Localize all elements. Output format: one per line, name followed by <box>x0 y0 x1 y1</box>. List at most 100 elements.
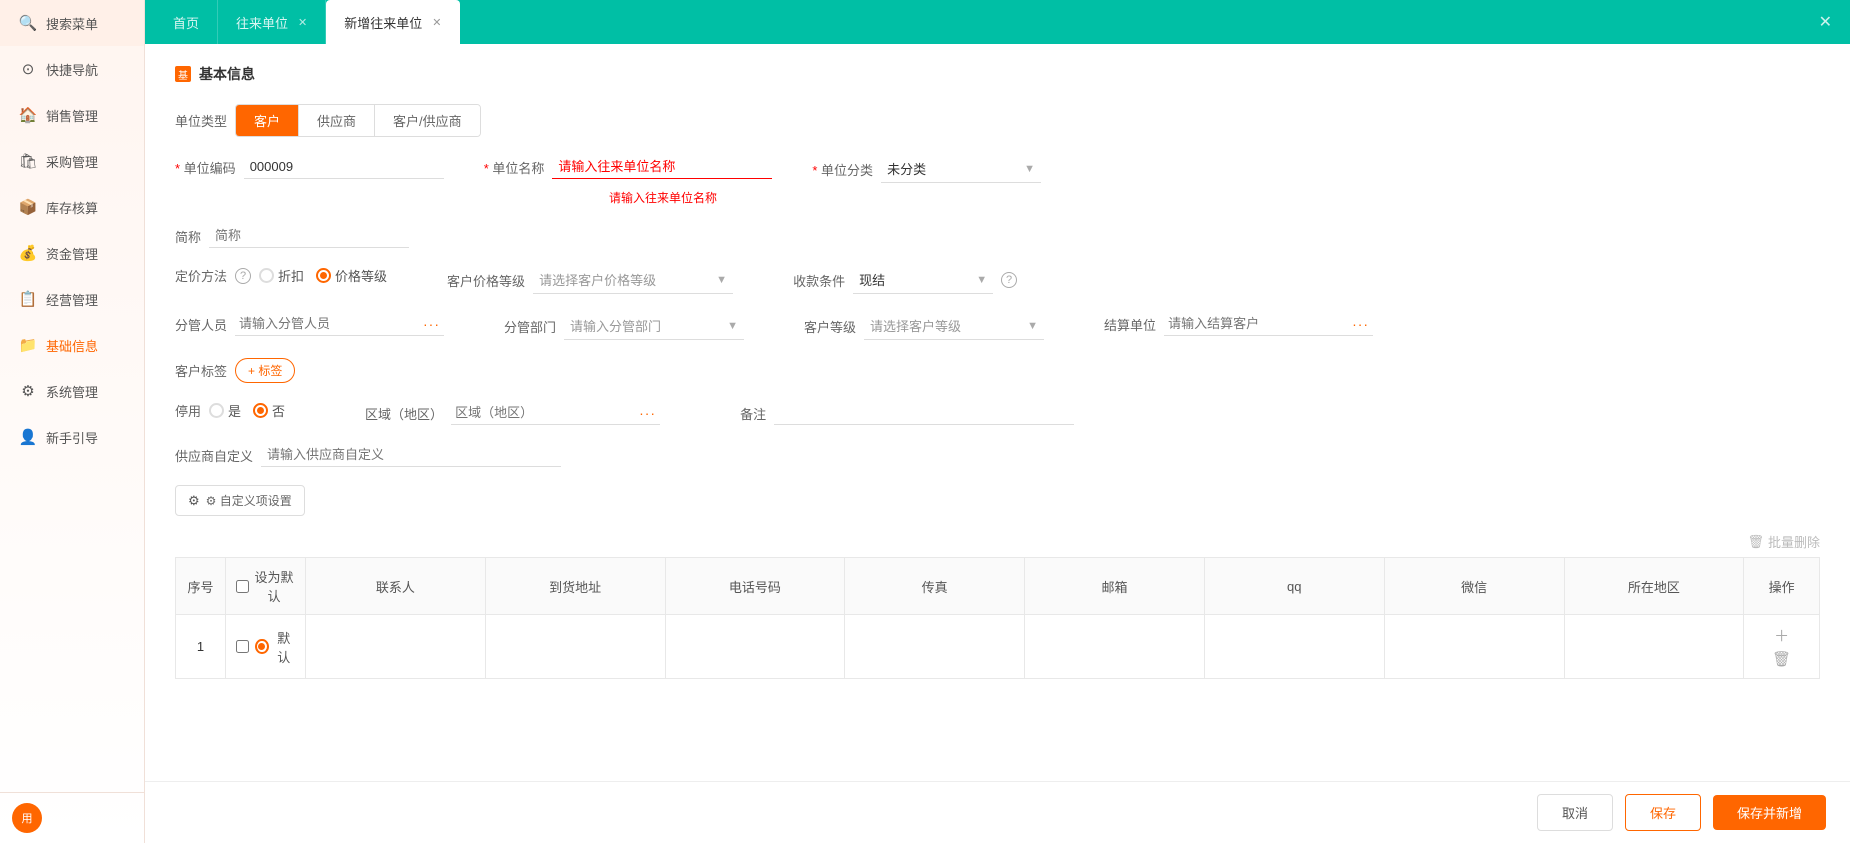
save-button[interactable]: 保存 <box>1625 794 1701 831</box>
unit-type-both[interactable]: 客户/供应商 <box>375 105 480 136</box>
unit-category-field: 单位分类 未分类 ▼ <box>812 155 1041 183</box>
row-qq[interactable] <box>1204 615 1384 679</box>
row-phone[interactable] <box>665 615 845 679</box>
unit-type-customer[interactable]: 客户 <box>236 105 299 136</box>
sidebar-item-guide[interactable]: 👤 新手引导 <box>0 414 144 460</box>
row-email[interactable] <box>1025 615 1205 679</box>
tab-partner[interactable]: 往来单位 ✕ <box>218 0 326 44</box>
sidebar-item-basic[interactable]: 📁 基础信息 <box>0 322 144 368</box>
unit-category-select[interactable]: 未分类 ▼ <box>881 155 1041 183</box>
select-all-checkbox[interactable] <box>236 580 249 593</box>
close-all-tabs[interactable]: ✕ <box>1811 12 1840 32</box>
payment-terms-help-icon[interactable]: ? <box>1001 272 1017 288</box>
sidebar-item-inventory[interactable]: 📦 库存核算 <box>0 184 144 230</box>
main-area: 首页 往来单位 ✕ 新增往来单位 ✕ ✕ 基 基本信息 单位类型 客户 供应商 <box>145 0 1850 843</box>
quick-nav-icon: ⊙ <box>18 59 38 79</box>
alias-row: 简称 <box>175 224 1820 248</box>
unit-type-label: 单位类型 <box>175 111 227 130</box>
contacts-table: 序号 设为默认 联系人 到货地址 电话号码 传真 邮箱 qq 微信 所在地区 <box>175 557 1820 679</box>
email-input[interactable] <box>1035 639 1194 654</box>
section-title: 基本信息 <box>199 64 255 84</box>
supplier-custom-input[interactable] <box>261 443 561 467</box>
wechat-input[interactable] <box>1395 639 1554 654</box>
region-input[interactable] <box>451 401 635 424</box>
row-contact[interactable] <box>306 615 486 679</box>
tab-partner-close[interactable]: ✕ <box>298 16 307 29</box>
settlement-unit-input[interactable] <box>1164 312 1348 335</box>
pricing-method-field: 定价方法 ? 折扣 价格等级 <box>175 266 387 285</box>
code-name-category-row: 单位编码 单位名称 请输入往来单位名称 单位分类 未分类 ▼ <box>175 155 1820 206</box>
unit-name-input[interactable] <box>552 155 772 179</box>
row-default-radio[interactable]: 默认 <box>255 628 295 666</box>
cancel-button[interactable]: 取消 <box>1537 794 1613 831</box>
tab-new-partner[interactable]: 新增往来单位 ✕ <box>326 0 460 44</box>
sidebar: 🔍 搜索菜单 ⊙ 快捷导航 🏠 销售管理 🛍 采购管理 📦 库存核算 💰 资金管… <box>0 0 145 843</box>
section-header: 基 基本信息 <box>175 64 1820 84</box>
radio-price-level[interactable]: 价格等级 <box>316 266 387 285</box>
region-table-input[interactable] <box>1575 639 1734 654</box>
unit-type-group: 客户 供应商 客户/供应商 <box>235 104 481 137</box>
sidebar-item-system[interactable]: ⚙ 系统管理 <box>0 368 144 414</box>
contact-input[interactable] <box>316 639 475 654</box>
payment-terms-field: 收款条件 现结 ▼ ? <box>793 266 1017 294</box>
radio-discount[interactable]: 折扣 <box>259 266 304 285</box>
customer-level-label: 客户等级 <box>804 317 856 336</box>
region-field: 区域（地区） ··· <box>365 401 660 425</box>
sidebar-item-sales[interactable]: 🏠 销售管理 <box>0 92 144 138</box>
settlement-unit-field: 结算单位 ··· <box>1104 312 1373 336</box>
sidebar-item-search[interactable]: 🔍 搜索菜单 <box>0 0 144 46</box>
row-wechat[interactable] <box>1384 615 1564 679</box>
row-address[interactable] <box>485 615 665 679</box>
batch-delete-label[interactable]: 批量删除 <box>1768 532 1820 551</box>
add-row-btn[interactable]: ＋ <box>1769 623 1794 648</box>
radio-yes[interactable]: 是 <box>209 401 241 420</box>
qq-input[interactable] <box>1215 639 1374 654</box>
row-default: 默认 <box>226 615 306 679</box>
department-field: 分管部门 请输入分管部门 ▼ <box>504 312 744 340</box>
unit-type-supplier[interactable]: 供应商 <box>299 105 375 136</box>
basic-icon: 📁 <box>18 335 38 355</box>
region-dots-btn[interactable]: ··· <box>635 405 660 421</box>
table-row: 1 默认 <box>176 615 1820 679</box>
department-select[interactable]: 请输入分管部门 ▼ <box>564 312 744 340</box>
col-fax: 传真 <box>845 558 1025 615</box>
add-tag-button[interactable]: + 标签 <box>235 358 295 383</box>
unit-category-chevron: ▼ <box>1024 163 1035 175</box>
settlement-dots-btn[interactable]: ··· <box>1348 316 1373 332</box>
pricing-radio-group: 折扣 价格等级 <box>259 266 387 285</box>
tab-home[interactable]: 首页 <box>155 0 218 44</box>
col-qq: qq <box>1204 558 1384 615</box>
delete-row-btn[interactable]: 🗑 <box>1767 648 1796 670</box>
col-index: 序号 <box>176 558 226 615</box>
payment-terms-label: 收款条件 <box>793 271 845 290</box>
pricing-help-icon[interactable]: ? <box>235 268 251 284</box>
customer-level-select[interactable]: 请选择客户等级 ▼ <box>864 312 1044 340</box>
manager-dots-btn[interactable]: ··· <box>419 316 444 332</box>
manager-row: 分管人员 ··· 分管部门 请输入分管部门 ▼ 客户等级 请选择客户等级 <box>175 312 1820 340</box>
alias-label: 简称 <box>175 227 201 246</box>
payment-terms-select[interactable]: 现结 ▼ <box>853 266 993 294</box>
batch-delete-area: 🗑 批量删除 <box>175 532 1820 551</box>
tab-new-partner-close[interactable]: ✕ <box>432 16 441 29</box>
col-email: 邮箱 <box>1025 558 1205 615</box>
save-new-button[interactable]: 保存并新增 <box>1713 795 1826 830</box>
row-fax[interactable] <box>845 615 1025 679</box>
sidebar-item-quick-nav[interactable]: ⊙ 快捷导航 <box>0 46 144 92</box>
remarks-input[interactable] <box>774 401 1074 425</box>
fax-input[interactable] <box>855 639 1014 654</box>
address-input[interactable] <box>496 639 655 654</box>
phone-input[interactable] <box>676 639 835 654</box>
custom-settings-button[interactable]: ⚙ ⚙ 自定义项设置 <box>175 485 305 516</box>
sidebar-item-operations[interactable]: 📋 经营管理 <box>0 276 144 322</box>
sidebar-item-finance[interactable]: 💰 资金管理 <box>0 230 144 276</box>
manager-input[interactable] <box>235 312 419 335</box>
settings-icon: ⚙ <box>188 493 200 509</box>
unit-code-input[interactable] <box>244 155 444 179</box>
sidebar-item-purchase[interactable]: 🛍 采购管理 <box>0 138 144 184</box>
radio-no[interactable]: 否 <box>253 401 285 420</box>
remarks-field: 备注 <box>740 401 1074 425</box>
customer-price-level-select[interactable]: 请选择客户价格等级 ▼ <box>533 266 733 294</box>
alias-input[interactable] <box>209 224 409 248</box>
row-region[interactable] <box>1564 615 1744 679</box>
row-checkbox[interactable] <box>236 640 249 653</box>
